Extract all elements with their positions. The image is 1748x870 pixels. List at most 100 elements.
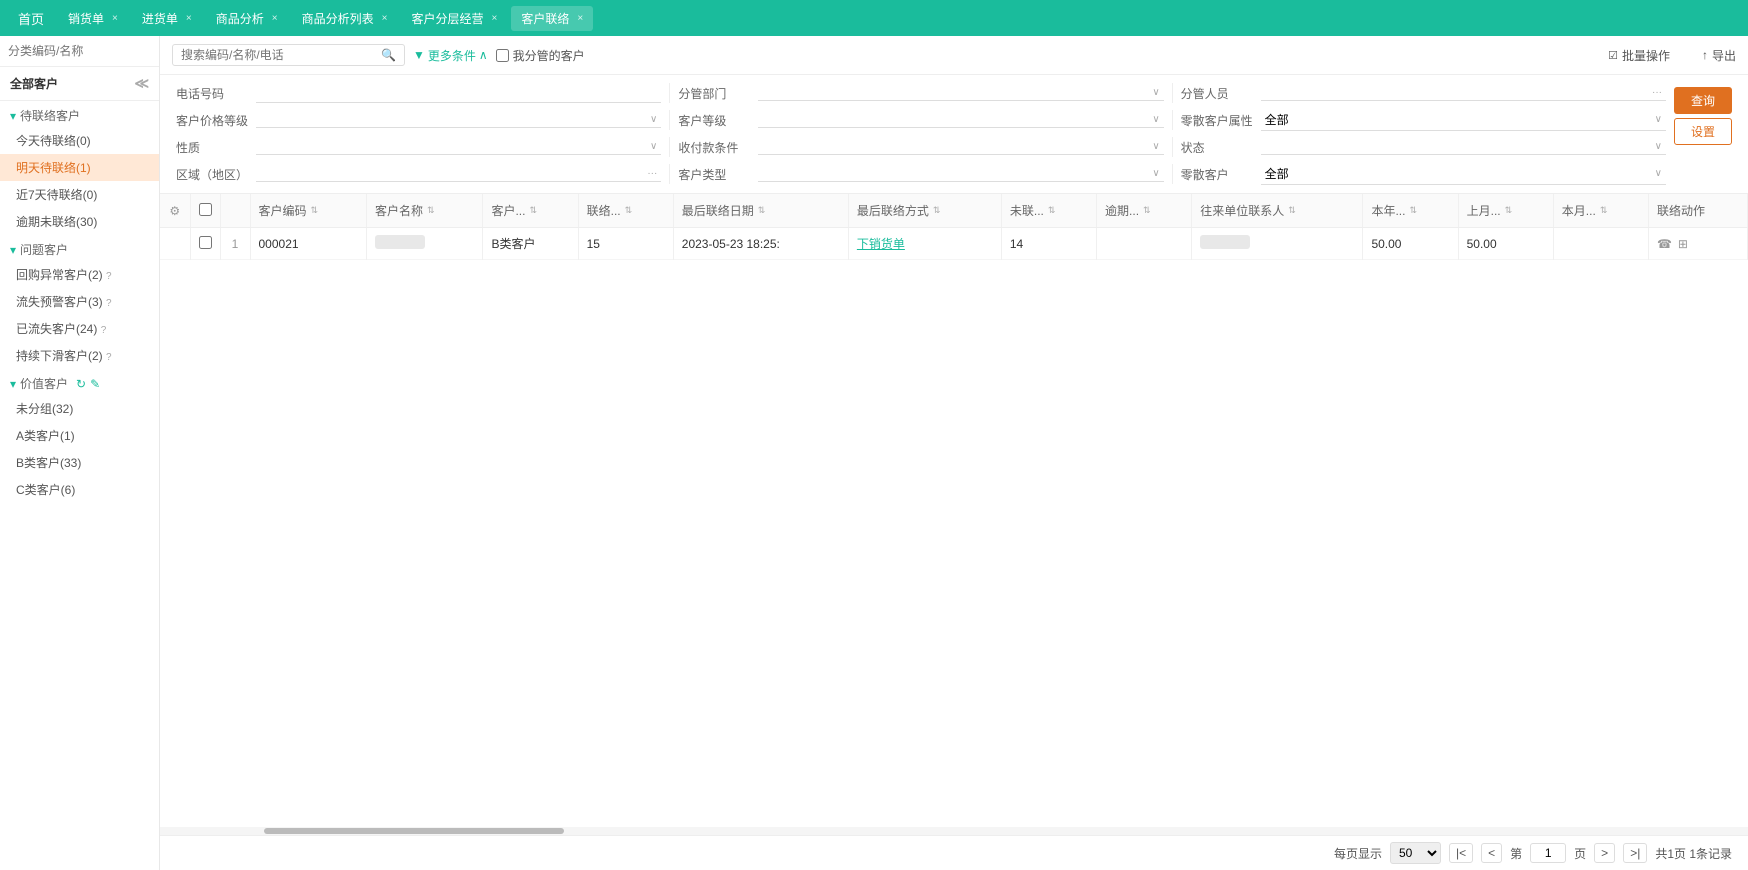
- search-submit-icon[interactable]: 🔍: [381, 48, 396, 62]
- nav-close-sales[interactable]: ×: [112, 13, 118, 24]
- nav-close-product-analysis-list[interactable]: ×: [382, 13, 388, 24]
- first-page-button[interactable]: |<: [1449, 843, 1473, 863]
- filter-dept-select[interactable]: ∨: [758, 85, 1163, 101]
- filter-phone-input[interactable]: [256, 84, 661, 103]
- nav-close-product-analysis[interactable]: ×: [272, 13, 278, 24]
- sidebar-item-7days[interactable]: 近7天待联络(0): [0, 181, 159, 208]
- filter-manager-select[interactable]: ···: [1261, 85, 1666, 101]
- row-select-checkbox[interactable]: [199, 236, 212, 249]
- filter-area: 区域（地区） ···: [176, 166, 661, 183]
- row-this-month: [1553, 228, 1648, 260]
- select-all-checkbox[interactable]: [199, 203, 212, 216]
- sort-overdue-icon[interactable]: ⇅: [1143, 205, 1151, 216]
- nav-close-purchase[interactable]: ×: [186, 13, 192, 24]
- page-number-input[interactable]: [1530, 843, 1566, 863]
- nav-customer-tiered[interactable]: 客户分层经营 ×: [401, 6, 507, 31]
- filter-status-select[interactable]: ∨: [1261, 139, 1666, 155]
- th-no: [220, 194, 250, 228]
- company-contact-blurred: [1200, 235, 1250, 249]
- sidebar-item-today[interactable]: 今天待联络(0): [0, 127, 159, 154]
- nav-home[interactable]: 首页: [8, 5, 54, 32]
- sort-contact-count-icon[interactable]: ⇅: [625, 205, 633, 216]
- more-filter-button[interactable]: ▼ 更多条件 ∧: [413, 47, 488, 64]
- filter-nature-select[interactable]: ∨: [256, 139, 661, 155]
- nav-purchase[interactable]: 进货单 ×: [132, 6, 202, 31]
- sidebar-item-tomorrow[interactable]: 明天待联络(1): [0, 154, 159, 181]
- horizontal-scrollbar[interactable]: [160, 827, 1748, 835]
- next-page-button[interactable]: >: [1594, 843, 1615, 863]
- filter-retail-attr-select[interactable]: 全部 ∨: [1261, 109, 1666, 131]
- sort-company-contact-icon[interactable]: ⇅: [1288, 205, 1296, 216]
- filter-btn-group: 查询 设置: [1674, 83, 1732, 145]
- row-last-month: 50.00: [1458, 228, 1553, 260]
- sidebar-section-pending: ▾ 待联络客户: [0, 101, 159, 127]
- filter-dept: 分管部门 ∨: [678, 85, 1163, 102]
- retail-attr-chevron-icon: ∨: [1655, 114, 1662, 125]
- sort-method-icon[interactable]: ⇅: [933, 205, 941, 216]
- my-customers-checkbox[interactable]: [496, 49, 509, 62]
- th-this-year: 本年... ⇅: [1363, 194, 1458, 228]
- sidebar-item-churn-warning[interactable]: 流失预警客户(3) ?: [0, 288, 159, 315]
- customer-type-chevron-icon: ∨: [1152, 168, 1159, 179]
- retail-customer-chevron-icon: ∨: [1655, 168, 1662, 179]
- sort-this-month-icon[interactable]: ⇅: [1600, 205, 1608, 216]
- nav-product-analysis[interactable]: 商品分析 ×: [206, 6, 288, 31]
- filter-status: 状态 ∨: [1181, 139, 1666, 156]
- nav-customer-contact[interactable]: 客户联络 ×: [511, 6, 593, 31]
- filter-payment-select[interactable]: ∨: [758, 139, 1163, 155]
- sort-name-icon[interactable]: ⇅: [427, 205, 435, 216]
- sidebar-item-class-a[interactable]: A类客户(1): [0, 422, 159, 449]
- nav-close-customer-contact[interactable]: ×: [577, 13, 583, 24]
- th-code: 客户编码 ⇅: [250, 194, 366, 228]
- gear-icon[interactable]: ⚙: [169, 204, 180, 218]
- search-input[interactable]: [181, 48, 381, 62]
- sidebar: 🔍 全部客户 ≪ ▾ 待联络客户 今天待联络(0) 明天待联络(1) 近7天待联…: [0, 36, 160, 870]
- last-page-button[interactable]: >|: [1623, 843, 1647, 863]
- filter-retail-attr: 零散客户属性 全部 ∨: [1181, 109, 1666, 131]
- sidebar-item-repurchase-abnormal[interactable]: 回购异常客户(2) ?: [0, 261, 159, 288]
- sort-code-icon[interactable]: ⇅: [311, 205, 319, 216]
- filter-price-select[interactable]: ∨: [256, 112, 661, 128]
- sidebar-item-class-b[interactable]: B类客户(33): [0, 449, 159, 476]
- section-arrow-problem: ▾: [10, 243, 16, 257]
- last-contact-method-link[interactable]: 下销货单: [857, 237, 905, 251]
- edit-icon[interactable]: ✎: [90, 377, 100, 391]
- sidebar-all-customers[interactable]: 全部客户 ≪: [0, 67, 159, 101]
- sort-this-year-icon[interactable]: ⇅: [1409, 205, 1417, 216]
- refresh-icon[interactable]: ↻: [76, 377, 86, 391]
- filter-row-3: 性质 ∨ 收付款条件 ∨: [176, 137, 1666, 157]
- sort-last-month-icon[interactable]: ⇅: [1505, 205, 1513, 216]
- filter-level-select[interactable]: ∨: [758, 112, 1163, 128]
- th-last-month: 上月... ⇅: [1458, 194, 1553, 228]
- action-phone-icon[interactable]: ☎: [1657, 237, 1672, 251]
- filter-retail-customer: 零散客户 全部 ∨: [1181, 163, 1666, 185]
- filter-area-select[interactable]: ···: [256, 166, 661, 182]
- prev-page-button[interactable]: <: [1481, 843, 1502, 863]
- query-button[interactable]: 查询: [1674, 87, 1732, 114]
- export-button[interactable]: ↑ 导出: [1702, 47, 1736, 64]
- sidebar-item-declining[interactable]: 持续下滑客户(2) ?: [0, 342, 159, 369]
- sidebar-search-input[interactable]: [8, 44, 160, 58]
- th-name: 客户名称 ⇅: [366, 194, 482, 228]
- sort-date-icon[interactable]: ⇅: [758, 205, 766, 216]
- action-grid-icon[interactable]: ⊞: [1678, 237, 1688, 251]
- filter-customer-type-select[interactable]: ∨: [758, 166, 1163, 182]
- nav-sales[interactable]: 销货单 ×: [58, 6, 128, 31]
- page-size-select[interactable]: 50 100: [1390, 842, 1441, 864]
- sidebar-item-ungrouped[interactable]: 未分组(32): [0, 395, 159, 422]
- batch-operation-button[interactable]: ☑ 批量操作: [1608, 47, 1670, 64]
- sort-type-icon[interactable]: ⇅: [529, 205, 537, 216]
- row-action: ☎ ⊞: [1648, 228, 1747, 260]
- sidebar-item-churned[interactable]: 已流失客户(24) ?: [0, 315, 159, 342]
- nav-close-customer-tiered[interactable]: ×: [491, 13, 497, 24]
- sidebar-collapse-icon[interactable]: ≪: [134, 75, 149, 92]
- filter-icon: ▼: [413, 48, 425, 62]
- set-button[interactable]: 设置: [1674, 118, 1732, 145]
- nav-product-analysis-list[interactable]: 商品分析列表 ×: [292, 6, 398, 31]
- sort-uncontacted-icon[interactable]: ⇅: [1048, 205, 1056, 216]
- sidebar-item-class-c[interactable]: C类客户(6): [0, 476, 159, 503]
- filter-retail-customer-select[interactable]: 全部 ∨: [1261, 163, 1666, 185]
- th-contact-count: 联络... ⇅: [578, 194, 673, 228]
- sidebar-item-overdue[interactable]: 逾期未联络(30): [0, 208, 159, 235]
- filter-nature: 性质 ∨: [176, 139, 661, 156]
